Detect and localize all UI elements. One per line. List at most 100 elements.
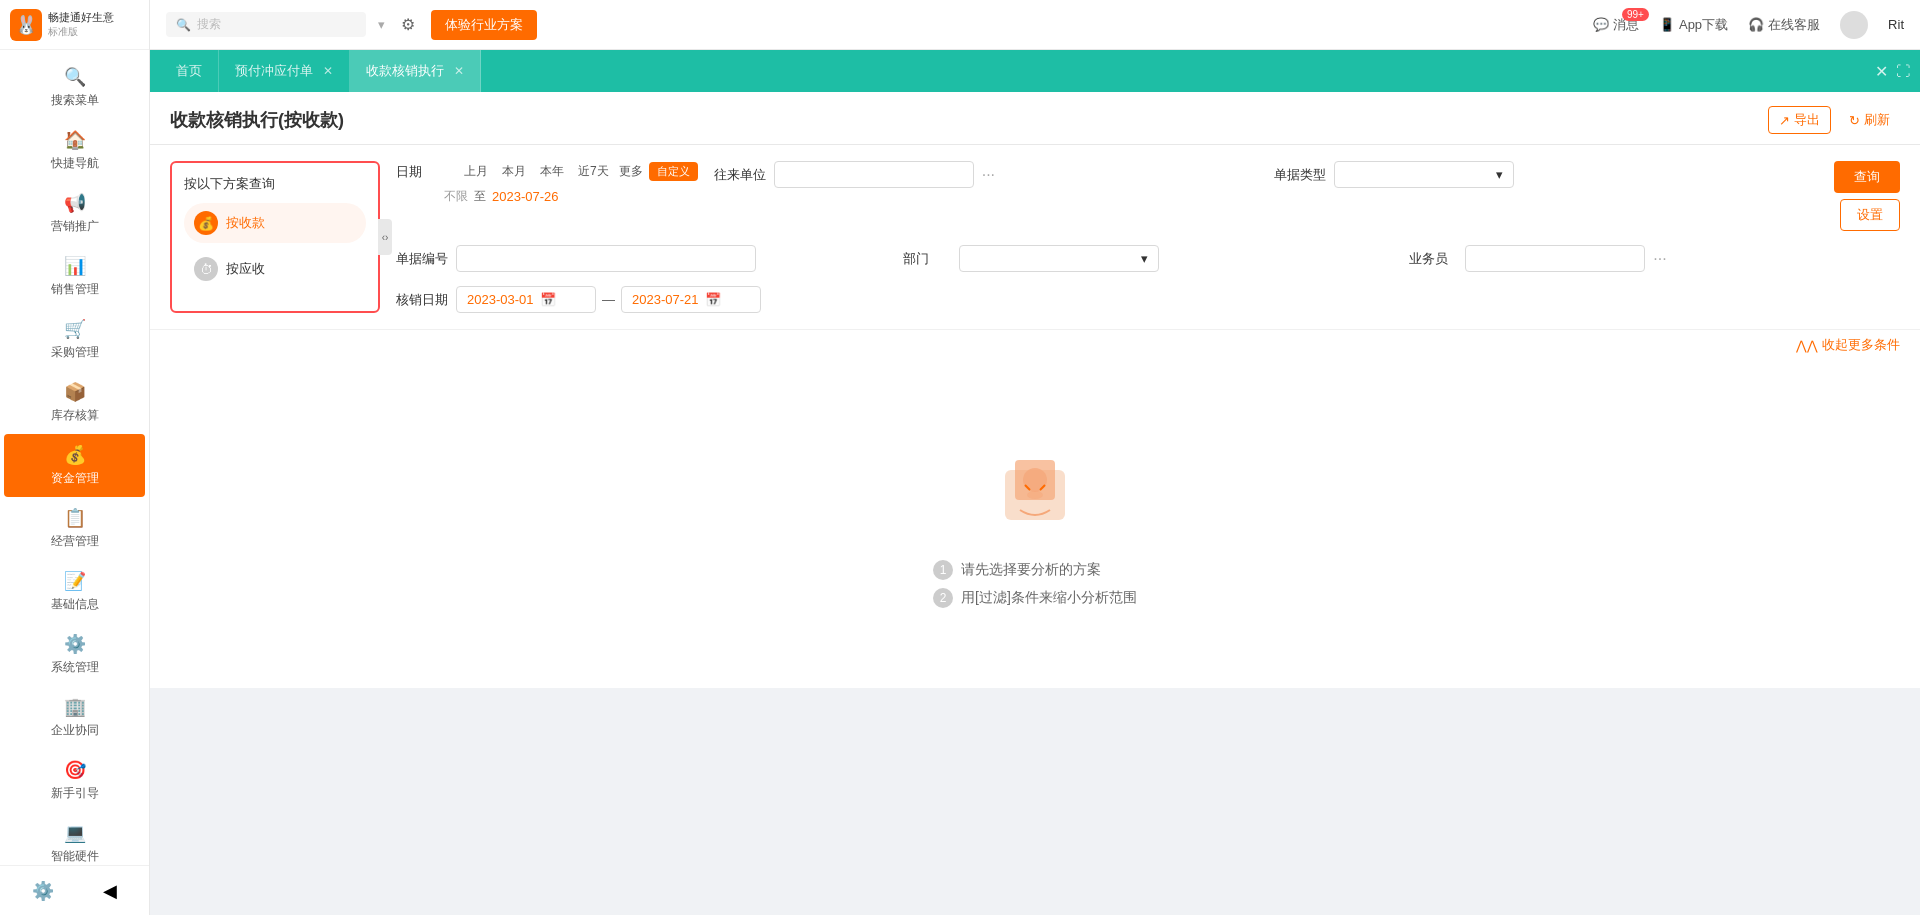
finance-icon: 💰 xyxy=(64,444,86,466)
hardware-icon: 💻 xyxy=(64,822,86,844)
filter-group-docnum: 单据编号 xyxy=(396,245,887,272)
date-no-limit: 不限 xyxy=(444,188,468,205)
refresh-button[interactable]: ↻ 刷新 xyxy=(1839,106,1900,134)
writeoff-date-range: 2023-03-01 📅 — 2023-07-21 📅 xyxy=(456,286,761,313)
sidebar-menu: 🔍 搜索菜单 🏠 快捷导航 📢 营销推广 📊 销售管理 🛒 采购管理 📦 库存核… xyxy=(0,50,149,865)
filter-left-title: 按以下方案查询 xyxy=(184,175,366,193)
tab-home[interactable]: 首页 xyxy=(160,50,219,92)
setting-button[interactable]: 设置 xyxy=(1840,199,1900,231)
tab-collection-close[interactable]: ✕ xyxy=(454,64,464,78)
refresh-icon: ↻ xyxy=(1849,113,1860,128)
calendar-icon: 📅 xyxy=(705,292,721,307)
collapse-more-bar[interactable]: ⋀⋀ 收起更多条件 xyxy=(150,329,1920,360)
collapse-sidebar-button[interactable]: ◀ xyxy=(103,880,117,902)
tab-prepay-close[interactable]: ✕ xyxy=(323,64,333,78)
topbar: 🔍 搜索 ▾ ⚙ 体验行业方案 💬 消息 99+ 📱 App下载 🎧 在线客服 … xyxy=(150,0,1920,50)
industry-btn[interactable]: 体验行业方案 xyxy=(431,10,537,40)
filter-option-receivable-label: 按应收 xyxy=(226,260,265,278)
salesperson-dots[interactable]: ··· xyxy=(1653,250,1666,268)
dept-select[interactable]: ▾ xyxy=(959,245,1159,272)
sidebar-item-hardware[interactable]: 💻 智能硬件 xyxy=(0,812,149,865)
close-tab-icon[interactable]: ✕ xyxy=(1875,62,1888,81)
guide-icon: 🎯 xyxy=(64,759,86,781)
filter-group-dept: 部门 ▾ xyxy=(903,245,1394,272)
filter-option-receipt-label: 按收款 xyxy=(226,214,265,232)
marketing-icon: 📢 xyxy=(64,192,86,214)
tab-prepay-label: 预付冲应付单 xyxy=(235,62,313,80)
chevron-down-icon[interactable]: ▾ xyxy=(378,17,385,32)
filter-group-writeoff: 核销日期 2023-03-01 📅 — 2023-07-21 📅 xyxy=(396,286,1900,313)
counterparty-label: 往来单位 xyxy=(714,166,766,184)
filter-collapse-button[interactable]: ‹› xyxy=(378,219,392,255)
sidebar-item-inventory[interactable]: 📦 库存核算 xyxy=(0,371,149,434)
filter-left-panel: 按以下方案查询 💰 按收款 ⏱ 按应收 ‹› xyxy=(170,161,380,313)
sidebar-item-marketing[interactable]: 📢 营销推广 xyxy=(0,182,149,245)
app-label: App下载 xyxy=(1679,16,1728,34)
sidebar-item-label: 采购管理 xyxy=(51,344,99,361)
date-shortcut-7days[interactable]: 近7天 xyxy=(574,161,613,182)
writeoff-to-input[interactable]: 2023-07-21 📅 xyxy=(621,286,761,313)
writeoff-label: 核销日期 xyxy=(396,291,448,309)
writeoff-from-input[interactable]: 2023-03-01 📅 xyxy=(456,286,596,313)
date-value: 2023-07-26 xyxy=(492,189,559,204)
date-shortcut-this-month[interactable]: 本月 xyxy=(498,161,530,182)
sidebar-item-label: 基础信息 xyxy=(51,596,99,613)
sidebar-item-operation[interactable]: 📋 经营管理 xyxy=(0,497,149,560)
message-btn[interactable]: 💬 消息 99+ xyxy=(1593,16,1639,34)
basic-icon: 📝 xyxy=(64,570,86,592)
date-shortcut-this-year[interactable]: 本年 xyxy=(536,161,568,182)
sidebar-item-search[interactable]: 🔍 搜索菜单 xyxy=(0,56,149,119)
filter-option-receivable[interactable]: ⏱ 按应收 xyxy=(184,249,366,289)
writeoff-from-value: 2023-03-01 xyxy=(467,292,534,307)
tab-home-label: 首页 xyxy=(176,62,202,80)
settings-icon[interactable]: ⚙️ xyxy=(32,880,54,902)
sidebar-item-shortcut[interactable]: 🏠 快捷导航 xyxy=(0,119,149,182)
sidebar-item-guide[interactable]: 🎯 新手引导 xyxy=(0,749,149,812)
export-icon: ↗ xyxy=(1779,113,1790,128)
filter-row-docnum: 单据编号 部门 ▾ 业务员 ··· xyxy=(396,245,1900,272)
date-custom[interactable]: 自定义 xyxy=(649,162,698,181)
service-btn[interactable]: 🎧 在线客服 xyxy=(1748,16,1820,34)
counterparty-input[interactable] xyxy=(774,161,974,188)
topbar-search[interactable]: 🔍 搜索 xyxy=(166,12,366,37)
sidebar-item-purchase[interactable]: 🛒 采购管理 xyxy=(0,308,149,371)
tab-collection[interactable]: 收款核销执行 ✕ xyxy=(350,50,481,92)
doctype-select[interactable]: ▾ xyxy=(1334,161,1514,188)
counterparty-dots[interactable]: ··· xyxy=(982,166,995,184)
filter-option-receipt[interactable]: 💰 按收款 xyxy=(184,203,366,243)
sidebar-item-enterprise[interactable]: 🏢 企业协同 xyxy=(0,686,149,749)
search-placeholder: 搜索 xyxy=(197,16,221,33)
export-button[interactable]: ↗ 导出 xyxy=(1768,106,1831,134)
page-header: 收款核销执行(按收款) ↗ 导出 ↻ 刷新 xyxy=(150,92,1920,145)
gear-icon[interactable]: ⚙ xyxy=(401,15,415,34)
sidebar-item-system[interactable]: ⚙️ 系统管理 xyxy=(0,623,149,686)
tab-prepay[interactable]: 预付冲应付单 ✕ xyxy=(219,50,350,92)
tab-collection-label: 收款核销执行 xyxy=(366,62,444,80)
sidebar-item-sales[interactable]: 📊 销售管理 xyxy=(0,245,149,308)
svg-point-5 xyxy=(1027,491,1043,499)
date-separator: — xyxy=(602,292,615,307)
sidebar-item-basic[interactable]: 📝 基础信息 xyxy=(0,560,149,623)
writeoff-to-value: 2023-07-21 xyxy=(632,292,699,307)
date-shortcut-last-month[interactable]: 上月 xyxy=(460,161,492,182)
query-button[interactable]: 查询 xyxy=(1834,161,1900,193)
chevron-down-icon: ▾ xyxy=(1141,251,1148,266)
sidebar-item-finance[interactable]: 💰 资金管理 xyxy=(4,434,145,497)
empty-state: 1 请先选择要分析的方案 2 用[过滤]条件来缩小分析范围 xyxy=(150,360,1920,688)
empty-tips: 1 请先选择要分析的方案 2 用[过滤]条件来缩小分析范围 xyxy=(933,560,1137,608)
date-shortcuts: 上月 本月 本年 近7天 更多 自定义 xyxy=(460,161,698,182)
app-download-btn[interactable]: 📱 App下载 xyxy=(1659,16,1728,34)
receivable-icon: ⏱ xyxy=(194,257,218,281)
avatar xyxy=(1840,11,1868,39)
filter-group-counterparty: 往来单位 ··· xyxy=(714,161,1258,188)
sidebar-item-label: 系统管理 xyxy=(51,659,99,676)
docnum-input[interactable] xyxy=(456,245,756,272)
filter-group-doctype: 单据类型 ▾ xyxy=(1274,161,1818,188)
filter-right-panel: 日期 上月 本月 本年 近7天 更多 自定义 不限 xyxy=(396,161,1900,313)
expand-icon[interactable]: ⛶ xyxy=(1896,63,1910,79)
salesperson-input[interactable] xyxy=(1465,245,1645,272)
logo-icon: 🐰 xyxy=(10,9,42,41)
filter-group-salesperson: 业务员 ··· xyxy=(1409,245,1900,272)
date-more[interactable]: 更多 xyxy=(619,163,643,180)
tip-num-1: 1 xyxy=(933,560,953,580)
